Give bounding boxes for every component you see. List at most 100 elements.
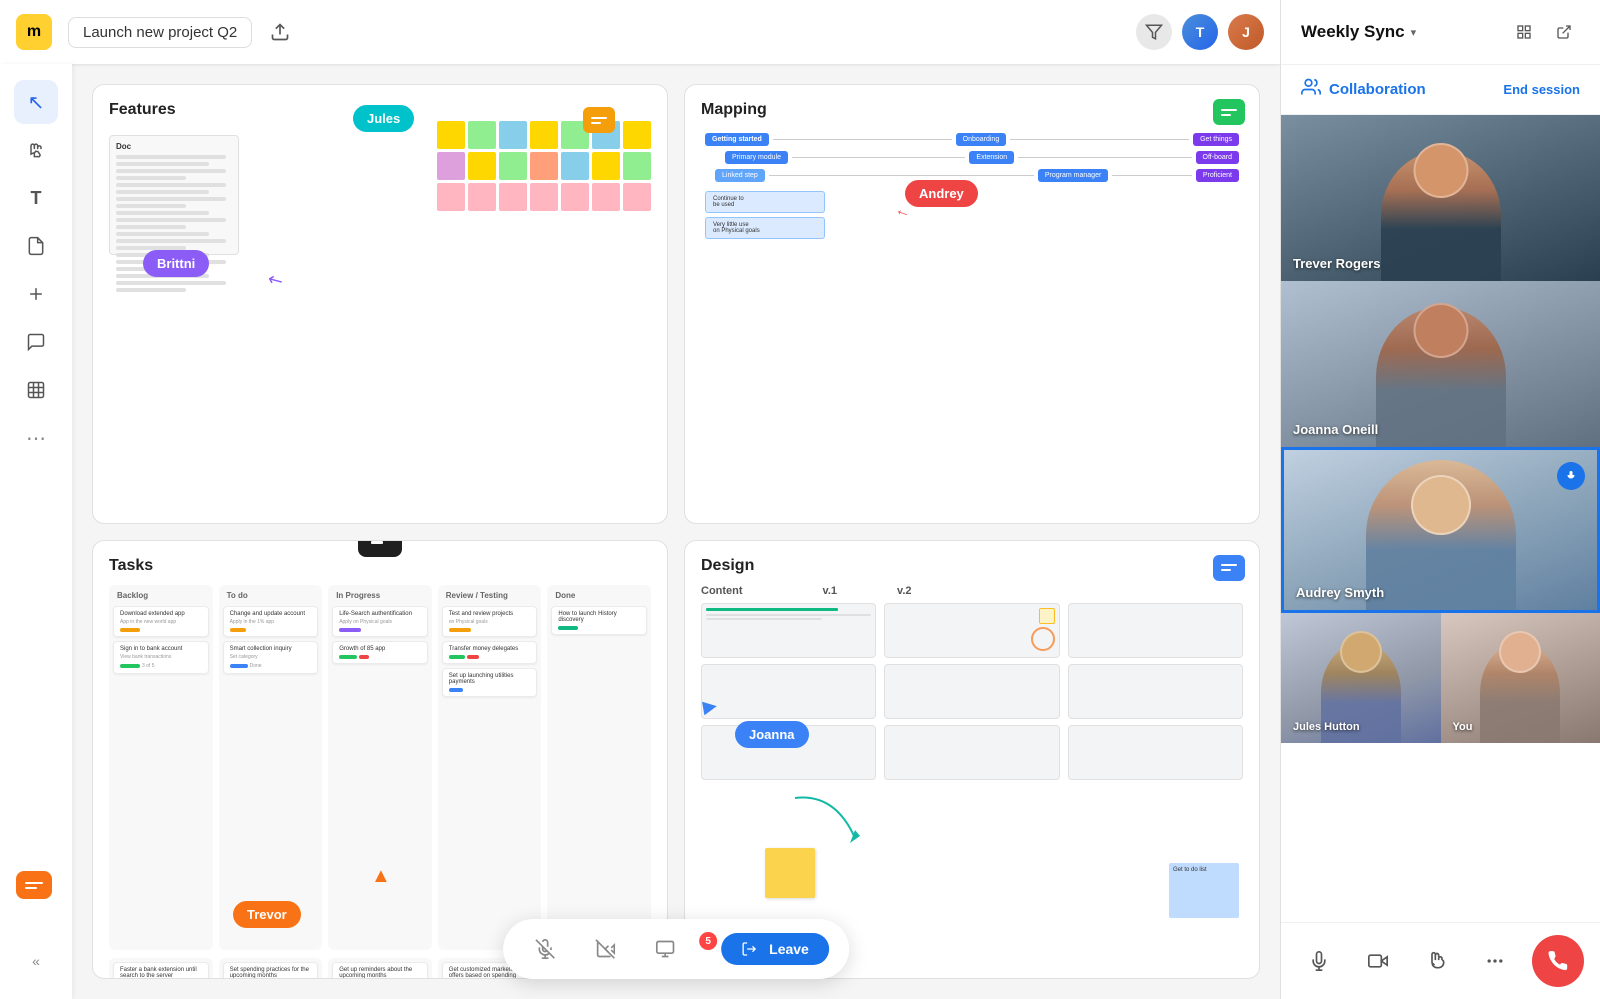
comment-tool[interactable] — [14, 320, 58, 364]
panel-controls — [1281, 922, 1600, 999]
more-tools[interactable]: ⋯ — [14, 416, 58, 460]
msg-bubble-floating — [358, 540, 402, 557]
collaboration-icon — [1301, 77, 1321, 102]
end-call-button[interactable] — [1532, 935, 1584, 987]
panel-header: Weekly Sync ▾ — [1281, 0, 1600, 65]
board-grid: Features Doc — [72, 64, 1280, 999]
panel-header-icons — [1508, 16, 1580, 48]
filter-icon[interactable] — [1136, 14, 1172, 50]
cursor-arrow-brittni: ↖ — [264, 268, 288, 294]
panel-hand-button[interactable] — [1415, 939, 1459, 983]
hand-tool[interactable] — [14, 128, 58, 172]
header-icons: T J — [1136, 14, 1264, 50]
project-title[interactable]: Launch new project Q2 — [68, 17, 252, 48]
cursor-arrow-trevor: ▲ — [371, 865, 391, 888]
bottom-toolbar: 5 Leave — [503, 919, 849, 979]
kanban-card: Growth of 85 app — [332, 641, 428, 664]
title-dropdown-icon[interactable]: ▾ — [1411, 26, 1417, 39]
cursor-jules: Jules — [353, 105, 414, 132]
video-tile-audrey: Audrey Smyth — [1281, 447, 1600, 613]
participant-name-you: You — [1453, 721, 1473, 733]
share-button[interactable] — [643, 927, 687, 971]
kanban-card: Change and update account Apply in the 1… — [223, 606, 319, 637]
cursor-joanna: Joanna — [735, 721, 809, 748]
miro-logo: m — [16, 14, 52, 50]
kanban-backlog: Backlog Download extended app App in the… — [109, 585, 213, 951]
canvas-area: m Launch new project Q2 T J ↖ — [0, 0, 1280, 999]
select-tool[interactable]: ↖ — [14, 80, 58, 124]
pen-tool[interactable] — [14, 272, 58, 316]
panel-title: Weekly Sync — [1301, 22, 1405, 42]
design-title: Design — [701, 557, 1243, 575]
left-toolbar: ↖ T — [0, 64, 72, 999]
avatar-2[interactable]: J — [1228, 14, 1264, 50]
kanban-card: Set up launching utilities payments — [442, 668, 538, 697]
participant-name-joanna: Joanna Oneill — [1293, 422, 1378, 437]
msg-bubble-features — [583, 107, 615, 133]
participant-name-jules: Jules Hutton — [1293, 721, 1360, 733]
collapse-sidebar[interactable]: « — [14, 939, 58, 983]
cursor-trevor: Trevor — [233, 901, 301, 928]
design-arrow — [785, 788, 865, 848]
cursor-brittni: Brittni — [143, 250, 209, 277]
kanban-review: Review / Testing Test and review project… — [438, 585, 542, 951]
kanban-b-backlog: Faster a bank extension until search to … — [109, 958, 213, 979]
participant-badge: 5 — [699, 932, 717, 950]
kanban-card: Life-Search authentification Apply on Ph… — [332, 606, 428, 637]
grid-view-icon[interactable] — [1508, 16, 1540, 48]
sticky-yellow-design — [765, 848, 815, 898]
video-tile-jules: Jules Hutton — [1281, 613, 1441, 743]
panel-mic-button[interactable] — [1297, 939, 1341, 983]
kanban-board: Backlog Download extended app App in the… — [109, 585, 651, 951]
frame-tool[interactable] — [14, 368, 58, 412]
participant-name-audrey: Audrey Smyth — [1296, 585, 1384, 600]
end-session-button[interactable]: End session — [1503, 82, 1580, 97]
avatar-1[interactable]: T — [1182, 14, 1218, 50]
panel-tabs: Collaboration End session — [1281, 65, 1600, 115]
cursor-andrey: Andrey — [905, 180, 978, 207]
kanban-b-inprogress: Get up reminders about the upcoming mont… — [328, 958, 432, 979]
section-tasks: Tasks Backlog Download extended app — [92, 540, 668, 980]
speaking-indicator — [1557, 462, 1585, 490]
section-mapping: Mapping Getting started Onboarding — [684, 84, 1260, 524]
kanban-card: Transfer money delegates — [442, 641, 538, 664]
sticky-tool[interactable] — [14, 224, 58, 268]
bottom-tiles-row: Jules Hutton You — [1281, 613, 1600, 743]
leave-button[interactable]: Leave — [721, 933, 829, 965]
tasks-title: Tasks — [109, 557, 651, 575]
section-design: Design Content v.1 v.2 — [684, 540, 1260, 980]
external-link-icon[interactable] — [1548, 16, 1580, 48]
video-tile-joanna: Joanna Oneill — [1281, 281, 1600, 447]
kanban-card: Download extended app App in the new wor… — [113, 606, 209, 637]
canvas-content: Features Doc — [72, 64, 1280, 999]
design-version-labels: Content v.1 v.2 — [701, 585, 1243, 597]
msg-bubble-mapping — [1213, 99, 1245, 125]
doc-label: Doc — [116, 142, 232, 151]
video-tile-you: You — [1441, 613, 1600, 743]
participant-name-trever: Trever Rogers — [1293, 256, 1380, 271]
sticky-grid — [437, 121, 651, 211]
video-button[interactable] — [583, 927, 627, 971]
kanban-card: Test and review projects on Physical goa… — [442, 606, 538, 637]
panel-video-button[interactable] — [1356, 939, 1400, 983]
mapping-title: Mapping — [701, 101, 1243, 119]
collaboration-label: Collaboration — [1329, 81, 1426, 98]
kanban-inprogress: In Progress Life-Search authentification… — [328, 585, 432, 951]
doc-preview: Doc — [109, 135, 239, 255]
kanban-done: Done How to launch History discovery — [547, 585, 651, 951]
leave-section: 5 Leave — [703, 933, 829, 965]
panel-more-button[interactable] — [1473, 939, 1517, 983]
chat-bubble-left — [16, 871, 52, 899]
header: m Launch new project Q2 T J — [0, 0, 1280, 64]
msg-bubble-design — [1213, 555, 1245, 581]
upload-button[interactable] — [262, 14, 298, 50]
right-panel: Weekly Sync ▾ — [1280, 0, 1600, 999]
kanban-card: Sign in to bank account View bank transa… — [113, 641, 209, 674]
kanban-card: How to launch History discovery — [551, 606, 647, 635]
logo-icon: m — [16, 14, 52, 50]
video-tile-trever: Trever Rogers — [1281, 115, 1600, 281]
kanban-card: Smart collection inquiry Set category Do… — [223, 641, 319, 674]
mute-button[interactable] — [523, 927, 567, 971]
text-tool[interactable]: T — [14, 176, 58, 220]
sticky-blue-design: Get to do list — [1169, 863, 1239, 918]
